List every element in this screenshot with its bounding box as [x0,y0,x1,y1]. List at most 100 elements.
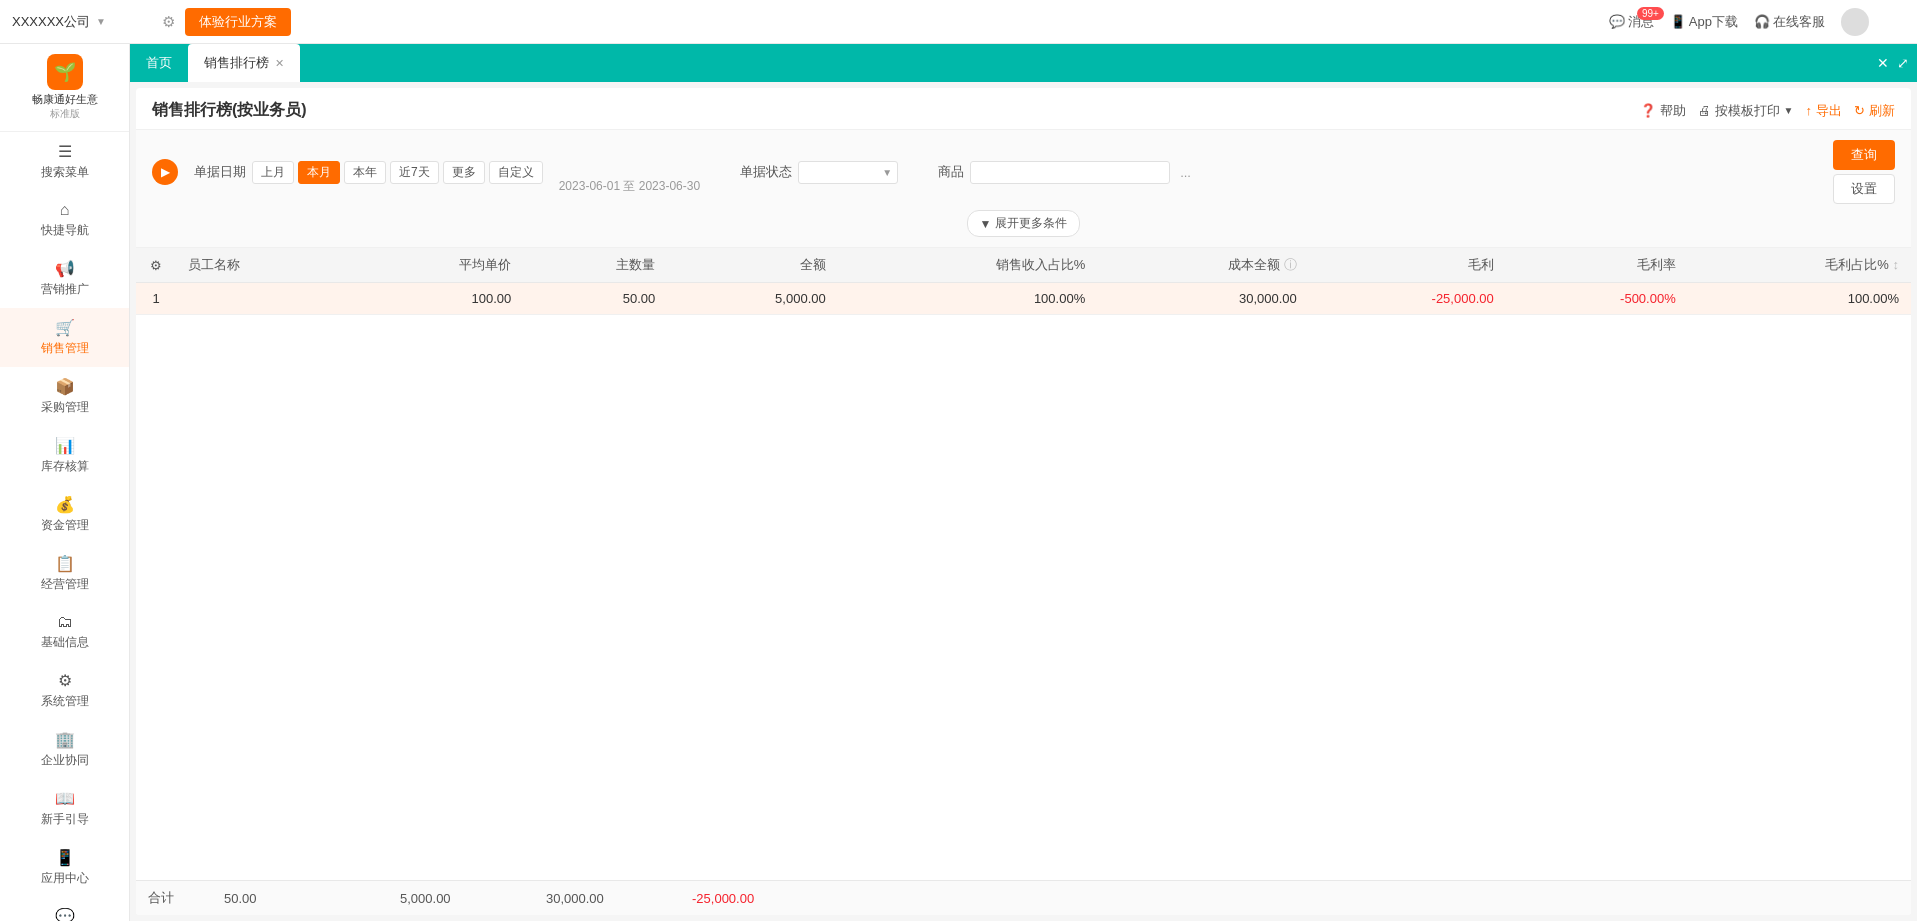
sidebar-item-enterprise[interactable]: 🏢 企业协同 [0,720,129,779]
goods-input[interactable] [970,161,1170,184]
marketing-icon: 📢 [55,259,75,278]
sidebar-item-label: 经营管理 [41,576,89,593]
app-download-button[interactable]: 📱 App下载 [1670,13,1738,31]
tab-home-label: 首页 [146,54,172,72]
sidebar-item-wechat[interactable]: 💬 企业微信 [0,897,129,921]
company-selector[interactable]: XXXXXX公司 ▼ [12,13,152,31]
basic-icon: 🗂 [57,613,73,631]
phone-icon: 📱 [1670,14,1686,29]
main-layout: 🌱 畅康通好生意 标准版 ☰ 搜索菜单 ⌂ 快捷导航 📢 营销推广 🛒 销售管理… [0,44,1917,921]
cell-rank: 1 [136,283,176,315]
trial-button[interactable]: 体验行业方案 [185,8,291,36]
sidebar-item-guide[interactable]: 📖 新手引导 [0,779,129,838]
purchase-icon: 📦 [55,377,75,396]
prev-month-btn[interactable]: 上月 [252,161,294,184]
gross-pct-sort-icon[interactable]: ↕ [1893,257,1900,272]
col-settings[interactable]: ⚙ [136,248,176,283]
sidebar-item-basic[interactable]: 🗂 基础信息 [0,603,129,661]
online-service-button[interactable]: 🎧 在线客服 [1754,13,1825,31]
date-range-buttons: 上月 本月 本年 近7天 更多 自定义 [252,161,543,184]
export-label: 导出 [1816,102,1842,120]
message-badge: 99+ [1637,7,1664,20]
tab-sales-rank-label: 销售排行榜 [204,54,269,72]
print-chevron-icon: ▼ [1784,105,1794,116]
sidebar-item-label: 资金管理 [41,517,89,534]
inventory-icon: 📊 [55,436,75,455]
sidebar-item-label: 搜索菜单 [41,164,89,181]
sidebar-item-label: 新手引导 [41,811,89,828]
query-button[interactable]: 查询 [1833,140,1895,170]
logo-text: 畅康通好生意 [32,92,98,107]
sidebar-item-label: 企业协同 [41,752,89,769]
expand-label: 展开更多条件 [995,215,1067,232]
apps-icon: 📱 [55,848,75,867]
export-button[interactable]: ↑ 导出 [1806,102,1843,120]
status-select[interactable] [798,161,898,184]
sidebar-item-system[interactable]: ⚙ 系统管理 [0,661,129,720]
table-header-row: ⚙ 员工名称 平均单价 主数量 全额 [136,248,1911,283]
help-button[interactable]: ❓ 帮助 [1640,102,1686,120]
goods-filter-label: 商品 [938,163,964,181]
headset-icon: 🎧 [1754,14,1770,29]
more-btn[interactable]: 更多 [443,161,485,184]
expand-window-icon[interactable]: ⤢ [1897,55,1909,71]
status-filter-label: 单据状态 [740,163,792,181]
refresh-icon: ↻ [1854,103,1865,118]
page-title: 销售排行榜(按业务员) [152,100,307,121]
home-icon: ⌂ [60,201,70,219]
sidebar-item-label: 应用中心 [41,870,89,887]
window-controls: ✕ ⤢ [1869,44,1917,82]
col-gross-pct: 毛利占比% ↕ [1688,248,1911,283]
avatar[interactable] [1841,8,1869,36]
page-actions: ❓ 帮助 🖨 按模板打印 ▼ ↑ 导出 ↻ 刷新 [1640,102,1895,120]
sidebar-item-search[interactable]: ☰ 搜索菜单 [0,132,129,191]
col-cost: 成本全额 ⓘ [1097,248,1309,283]
tab-sales-rank[interactable]: 销售排行榜 ✕ [188,44,300,82]
sidebar-item-marketing[interactable]: 📢 营销推广 [0,249,129,308]
filter-row: ▶ 单据日期 上月 本月 本年 近7天 更多 自定义 [152,140,1895,204]
expand-more-btn[interactable]: ▼ 展开更多条件 [967,210,1081,237]
cell-gross-rate: -500.00% [1506,283,1688,315]
date-filter-label: 单据日期 [194,163,246,181]
sidebar-item-label: 基础信息 [41,634,89,651]
print-icon: 🖨 [1698,103,1711,118]
message-icon[interactable]: 💬 消息 99+ [1609,13,1654,31]
custom-btn[interactable]: 自定义 [489,161,543,184]
last7-btn[interactable]: 近7天 [390,161,439,184]
sidebar-item-label: 系统管理 [41,693,89,710]
sidebar-item-label: 销售管理 [41,340,89,357]
sidebar-item-shortcut[interactable]: ⌂ 快捷导航 [0,191,129,249]
cell-cost: 30,000.00 [1097,283,1309,315]
sidebar-item-purchase[interactable]: 📦 采购管理 [0,367,129,426]
operation-icon: 📋 [55,554,75,573]
status-filter: 单据状态 ▼ [740,161,898,184]
cost-info-icon: ⓘ [1284,257,1297,272]
filter-section: ▶ 单据日期 上月 本月 本年 近7天 更多 自定义 [136,130,1911,248]
template-print-button[interactable]: 🖨 按模板打印 ▼ [1698,102,1794,120]
sidebar-item-label: 采购管理 [41,399,89,416]
table-row: 1 100.00 50.00 5,000.00 100.00% 30,000.0… [136,283,1911,315]
data-table: ⚙ 员工名称 平均单价 主数量 全额 [136,248,1911,315]
sidebar-item-sales[interactable]: 🛒 销售管理 [0,308,129,367]
sidebar-item-operation[interactable]: 📋 经营管理 [0,544,129,603]
cur-month-btn[interactable]: 本月 [298,161,340,184]
system-icon: ⚙ [58,671,72,690]
settings-button[interactable]: 设置 [1833,174,1895,204]
page-header: 销售排行榜(按业务员) ❓ 帮助 🖨 按模板打印 ▼ ↑ 导出 [136,88,1911,130]
close-window-icon[interactable]: ✕ [1877,55,1889,71]
settings-icon[interactable]: ⚙ [162,13,175,31]
sidebar-item-finance[interactable]: 💰 资金管理 [0,485,129,544]
top-header: XXXXXX公司 ▼ ⚙ 体验行业方案 💬 消息 99+ 📱 App下载 🎧 在… [0,0,1917,44]
refresh-button[interactable]: ↻ 刷新 [1854,102,1895,120]
goods-more-icon[interactable]: ... [1180,165,1191,180]
wechat-icon: 💬 [55,907,75,921]
search-menu-icon: ☰ [58,142,72,161]
filter-toggle-btn[interactable]: ▶ [152,159,178,185]
tab-home[interactable]: 首页 [130,44,188,82]
tab-close-icon[interactable]: ✕ [275,57,284,70]
col-amount: 全额 [667,248,837,283]
col-gross-rate: 毛利率 [1506,248,1688,283]
sidebar-item-inventory[interactable]: 📊 库存核算 [0,426,129,485]
cur-year-btn[interactable]: 本年 [344,161,386,184]
sidebar-item-apps[interactable]: 📱 应用中心 [0,838,129,897]
